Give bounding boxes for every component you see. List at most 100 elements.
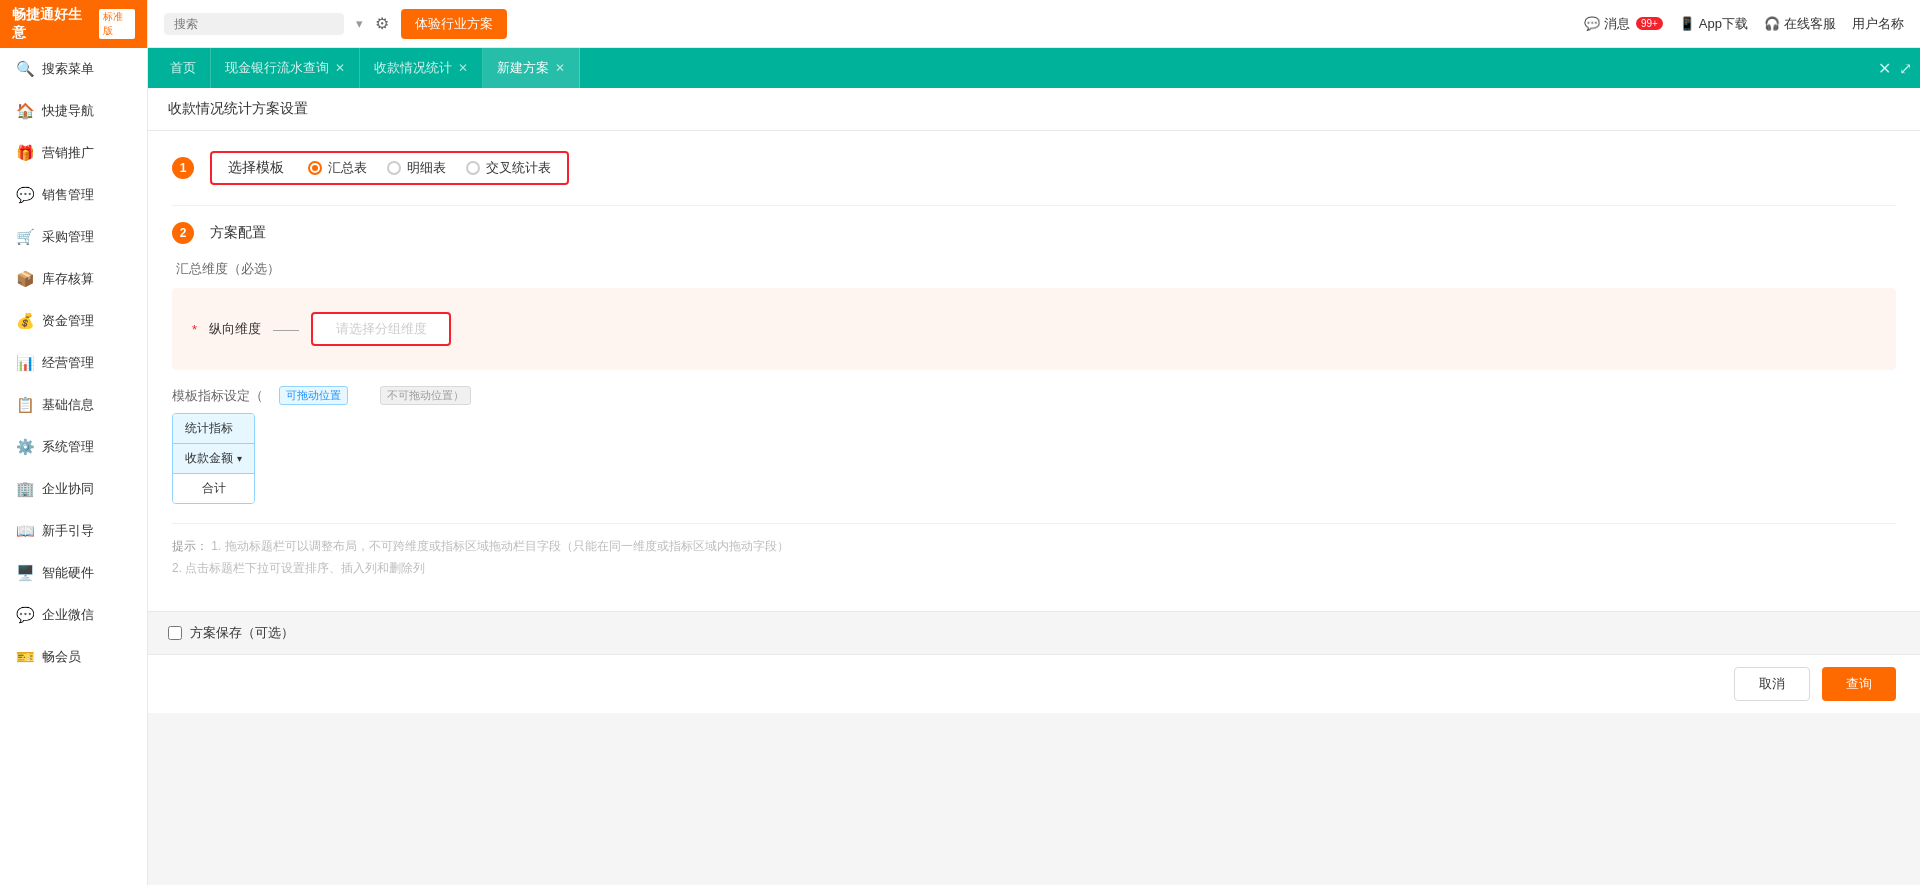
sidebar-item-smart-hw[interactable]: 🖥️ 智能硬件 [0, 552, 147, 594]
sidebar-item-system[interactable]: ⚙️ 系统管理 [0, 426, 147, 468]
sidebar-item-operations[interactable]: 📊 经营管理 [0, 342, 147, 384]
download-icon: 📱 [1679, 16, 1695, 31]
stat-indicator-header[interactable]: 统计指标 [173, 414, 254, 444]
sidebar-item-quick-nav[interactable]: 🏠 快捷导航 [0, 90, 147, 132]
required-star: * [192, 322, 197, 337]
logo-text: 畅捷通好生意 [12, 6, 91, 42]
trial-btn[interactable]: 体验行业方案 [401, 9, 507, 39]
message-label: 消息 [1604, 15, 1630, 33]
system-icon: ⚙️ [16, 438, 34, 456]
radio-summary[interactable]: 汇总表 [308, 159, 367, 177]
tab-home[interactable]: 首页 [156, 48, 211, 88]
dimension-select-dropdown[interactable]: 请选择分组维度 [311, 312, 451, 346]
tab-bank-flow-close-icon[interactable]: ✕ [335, 61, 345, 75]
sidebar-item-sales[interactable]: 💬 销售管理 [0, 174, 147, 216]
sidebar-item-newbie[interactable]: 📖 新手引导 [0, 510, 147, 552]
tabs-right-actions: ✕ ⤢ [1878, 59, 1912, 78]
sidebar-item-label: 销售管理 [42, 186, 94, 204]
tab-close-window-btn[interactable]: ✕ [1878, 59, 1891, 78]
sidebar-item-label: 系统管理 [42, 438, 94, 456]
save-label: 方案保存（可选） [190, 624, 294, 642]
step1-row: 1 选择模板 汇总表 明细表 交叉统 [172, 151, 1896, 185]
sidebar-item-label: 库存核算 [42, 270, 94, 288]
radio-detail[interactable]: 明细表 [387, 159, 446, 177]
tab-collection-stat-close-icon[interactable]: ✕ [458, 61, 468, 75]
sidebar-item-search-menu[interactable]: 🔍 搜索菜单 [0, 48, 147, 90]
metrics-title: 模板指标设定（ [172, 387, 263, 405]
username[interactable]: 用户名称 [1852, 15, 1904, 33]
tab-maximize-btn[interactable]: ⤢ [1899, 59, 1912, 78]
logo-badge: 标准版 [99, 9, 135, 39]
sidebar-item-label: 营销推广 [42, 144, 94, 162]
stat-indicator-label: 统计指标 [185, 420, 233, 437]
hints-title: 提示： [172, 539, 208, 553]
gear-icon[interactable]: ⚙ [375, 14, 389, 33]
tab-collection-stat[interactable]: 收款情况统计 ✕ [360, 48, 483, 88]
step2-label: 方案配置 [210, 224, 266, 242]
hint1-text: 1. 拖动标题栏可以调整布局，不可跨维度或指标区域拖动栏目字段（只能在同一维度或… [211, 539, 788, 553]
dimension-section-title: 汇总维度（必选） [176, 261, 280, 276]
sidebar-item-corp-wechat[interactable]: 💬 企业微信 [0, 594, 147, 636]
search-input[interactable] [164, 13, 344, 35]
radio-dot-detail [387, 161, 401, 175]
tab-bank-flow[interactable]: 现金银行流水查询 ✕ [211, 48, 360, 88]
sidebar-item-label: 基础信息 [42, 396, 94, 414]
sidebar-item-label: 企业协同 [42, 480, 94, 498]
service-label: 在线客服 [1784, 15, 1836, 33]
sidebar-item-finance[interactable]: 💰 资金管理 [0, 300, 147, 342]
query-button[interactable]: 查询 [1822, 667, 1896, 701]
template-select-box: 选择模板 汇总表 明细表 交叉统计表 [210, 151, 569, 185]
tab-bank-flow-label: 现金银行流水查询 [225, 59, 329, 77]
stat-indicator: 统计指标 收款金额 ▾ 合计 [172, 413, 255, 504]
tab-collection-stat-label: 收款情况统计 [374, 59, 452, 77]
chevron-down-icon[interactable]: ▾ [356, 16, 363, 31]
sidebar-item-inventory[interactable]: 📦 库存核算 [0, 258, 147, 300]
tabs-bar: 首页 现金银行流水查询 ✕ 收款情况统计 ✕ 新建方案 ✕ ✕ ⤢ [148, 48, 1920, 88]
dimension-placeholder: 请选择分组维度 [336, 321, 427, 336]
sidebar-item-corp-collab[interactable]: 🏢 企业协同 [0, 468, 147, 510]
header-right: 💬 消息 99+ 📱 App下载 🎧 在线客服 用户名称 [1584, 15, 1904, 33]
tab-new-plan-close-icon[interactable]: ✕ [555, 61, 565, 75]
save-checkbox[interactable] [168, 626, 182, 640]
sidebar-item-label: 企业微信 [42, 606, 94, 624]
step1-label: 选择模板 [228, 159, 284, 177]
page-content: 收款情况统计方案设置 1 选择模板 汇总表 明细表 [148, 88, 1920, 885]
sidebar-item-basic-info[interactable]: 📋 基础信息 [0, 384, 147, 426]
sidebar-item-label: 资金管理 [42, 312, 94, 330]
service-btn[interactable]: 🎧 在线客服 [1764, 15, 1836, 33]
basic-info-icon: 📋 [16, 396, 34, 414]
search-menu-icon: 🔍 [16, 60, 34, 78]
sidebar-item-label: 畅会员 [42, 648, 81, 666]
sidebar-item-purchase[interactable]: 🛒 采购管理 [0, 216, 147, 258]
message-badge: 99+ [1636, 17, 1663, 30]
radio-label-cross: 交叉统计表 [486, 159, 551, 177]
drag-movable-tag: 可拖动位置 [279, 386, 348, 405]
divider1 [172, 205, 1896, 206]
stat-col-label: 收款金额 [185, 450, 233, 467]
step2-row: 2 方案配置 [172, 222, 1896, 244]
sidebar-item-label: 智能硬件 [42, 564, 94, 582]
main-area: ▾ ⚙ 体验行业方案 💬 消息 99+ 📱 App下载 🎧 在线客服 用户名称 … [148, 0, 1920, 885]
corp-wechat-icon: 💬 [16, 606, 34, 624]
save-section: 方案保存（可选） [148, 611, 1920, 654]
hints-section: 提示： 1. 拖动标题栏可以调整布局，不可跨维度或指标区域拖动栏目字段（只能在同… [172, 523, 1896, 591]
service-icon: 🎧 [1764, 16, 1780, 31]
page-title: 收款情况统计方案设置 [148, 88, 1920, 131]
message-btn[interactable]: 💬 消息 99+ [1584, 15, 1663, 33]
tab-new-plan-label: 新建方案 [497, 59, 549, 77]
marketing-icon: 🎁 [16, 144, 34, 162]
step1-circle: 1 [172, 157, 194, 179]
quick-nav-icon: 🏠 [16, 102, 34, 120]
sidebar-item-label: 新手引导 [42, 522, 94, 540]
sidebar-item-marketing[interactable]: 🎁 营销推广 [0, 132, 147, 174]
radio-cross[interactable]: 交叉统计表 [466, 159, 551, 177]
download-btn[interactable]: 📱 App下载 [1679, 15, 1748, 33]
cancel-button[interactable]: 取消 [1734, 667, 1810, 701]
stat-col-header[interactable]: 收款金额 ▾ [173, 444, 254, 474]
tab-new-plan[interactable]: 新建方案 ✕ [483, 48, 580, 88]
sidebar-item-label: 搜索菜单 [42, 60, 94, 78]
footer-actions: 取消 查询 [148, 654, 1920, 713]
sidebar-item-label: 经营管理 [42, 354, 94, 372]
arrow-icon: —— [273, 322, 299, 337]
sidebar-item-member[interactable]: 🎫 畅会员 [0, 636, 147, 678]
